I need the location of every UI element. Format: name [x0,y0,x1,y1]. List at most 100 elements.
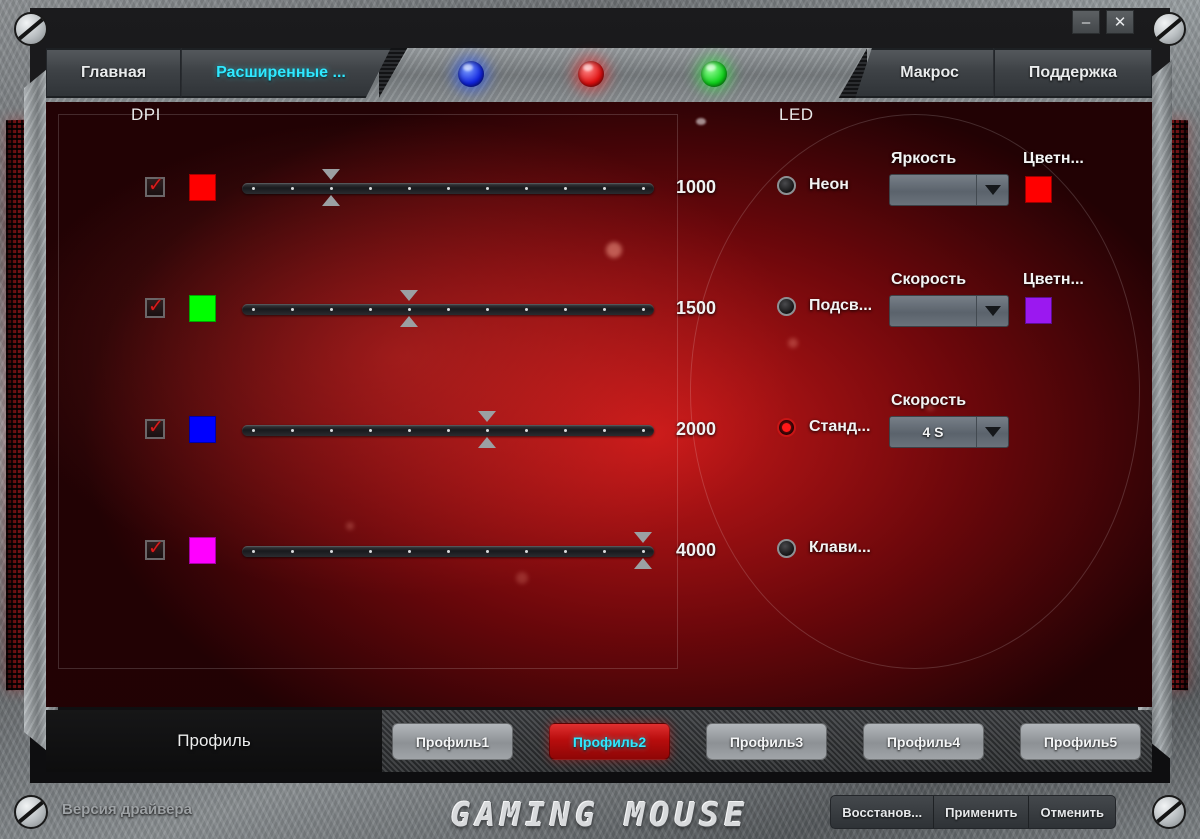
led-mode-radio[interactable] [777,418,796,437]
dpi-slider-thumb-lower[interactable] [400,316,418,327]
profile-button-1[interactable]: Профиль1 [392,723,513,760]
tab-support[interactable]: Поддержка [993,48,1152,98]
led-panel-title: LED [779,105,814,124]
dpi-slider-tick [524,429,528,432]
screw-icon-top-right [1152,12,1186,46]
dpi-slider-thumb-upper[interactable] [478,411,496,422]
dpi-slider-tick [563,308,567,311]
dpi-slider-tick [602,550,606,553]
dpi-slider-tick [524,187,528,190]
dpi-slider-tick [290,187,294,190]
led-field-label: Яркость [891,150,957,167]
chevron-down-icon[interactable] [976,175,1008,205]
dpi-slider-tick [368,550,372,553]
led-mode-radio[interactable] [777,176,796,195]
led-mode-label: Клави... [809,539,871,556]
dpi-slider-tick [485,187,489,190]
led-color-label: Цветн... [1023,271,1084,288]
led-mode-label: Подсв... [809,297,873,314]
dpi-slider-tick [251,429,255,432]
dpi-slider-tick [290,550,294,553]
dpi-slider-tick [368,308,372,311]
profile-button-2[interactable]: Профиль2 [549,723,670,760]
led-setting-dropdown[interactable] [889,295,1009,327]
dpi-slider[interactable] [242,169,654,206]
dpi-slider[interactable] [242,290,654,327]
dpi-slider-tick [329,550,333,553]
dpi-slider-tick [290,429,294,432]
chevron-down-icon[interactable] [976,296,1008,326]
dpi-enable-checkbox[interactable] [145,416,165,439]
minimize-button[interactable]: – [1072,10,1100,34]
tab-advanced[interactable]: Расширенные ... [181,48,391,98]
tab-macro[interactable]: Макрос [855,48,994,98]
dpi-color-swatch[interactable] [189,415,216,443]
led-mode-radio[interactable] [777,539,796,558]
dpi-color-swatch[interactable] [189,294,216,322]
tab-group-right: Макрос Поддержка [855,48,1152,98]
profile-button-4[interactable]: Профиль4 [863,723,984,760]
dpi-enable-checkbox[interactable] [145,295,165,318]
dpi-panel: DPI 1000 1500 2000 4000 [58,105,716,669]
led-setting-dropdown[interactable]: 4 S [889,416,1009,448]
apply-button[interactable]: Применить [934,796,1030,828]
profile-button-group: Профиль1 Профиль2 Профиль3 Профиль4 Профиль5 [392,723,1141,760]
chevron-down-icon[interactable] [976,417,1008,447]
led-mode-radio[interactable] [777,297,796,316]
tab-main[interactable]: Главная [46,48,182,98]
led-indicator-blue[interactable] [458,61,484,87]
application-window: – ✕ Главная Расширенные ... Макрос Подде… [0,0,1200,839]
dpi-slider-tick [251,550,255,553]
cancel-button[interactable]: Отменить [1029,796,1115,828]
dpi-color-swatch[interactable] [189,173,216,201]
dpi-slider-tick [251,308,255,311]
restore-button[interactable]: Восстанов... [831,796,935,828]
dpi-color-swatch[interactable] [189,536,216,564]
dpi-row: 1000 [59,167,716,207]
profile-label: Профиль [177,731,251,750]
dpi-slider-thumb-upper[interactable] [322,169,340,180]
led-color-label: Цветн... [1023,150,1084,167]
led-color-swatch[interactable] [1025,176,1052,203]
dpi-slider[interactable] [242,411,654,448]
dpi-slider-tick [563,187,567,190]
window-controls: – ✕ [1072,10,1134,34]
dpi-row: 1500 [59,288,716,328]
dpi-slider-thumb-lower[interactable] [634,558,652,569]
close-button[interactable]: ✕ [1106,10,1134,34]
dpi-slider-tick [407,308,411,311]
dpi-slider[interactable] [242,532,654,569]
dpi-slider-thumb-upper[interactable] [400,290,418,301]
dpi-slider-tick [563,550,567,553]
dpi-slider-tick [329,429,333,432]
profile-button-3[interactable]: Профиль3 [706,723,827,760]
dpi-slider-tick [524,308,528,311]
dpi-slider-tick [446,308,450,311]
dpi-slider-thumb-lower[interactable] [478,437,496,448]
led-indicator-green[interactable] [701,61,727,87]
dpi-slider-tick [641,429,645,432]
title-bar: – ✕ [0,0,1200,46]
dpi-slider-tick [524,550,528,553]
dpi-slider-tick [602,308,606,311]
led-setting-dropdown[interactable] [889,174,1009,206]
dpi-slider-thumb-upper[interactable] [634,532,652,543]
led-color-swatch[interactable] [1025,297,1052,324]
dpi-slider-tick [641,308,645,311]
status-bar: Версия драйвера GAMING MOUSE Восстанов..… [0,783,1200,839]
profile-button-5[interactable]: Профиль5 [1020,723,1141,760]
dpi-enable-checkbox[interactable] [145,174,165,197]
dpi-row: 2000 [59,409,716,449]
main-content-panel: DPI 1000 1500 2000 4000 LED Неон Яркость Цвет… [46,102,1152,707]
led-setting-dropdown-value: 4 S [922,424,944,440]
dpi-enable-checkbox[interactable] [145,537,165,560]
led-indicator-red[interactable] [578,61,604,87]
tab-bar: Главная Расширенные ... Макрос Поддержка [46,48,1152,102]
dpi-slider-tick [251,187,255,190]
dpi-slider-tick [602,429,606,432]
dpi-panel-title: DPI [131,105,161,124]
dpi-slider-tick [485,550,489,553]
dpi-slider-tick [368,429,372,432]
dpi-slider-thumb-lower[interactable] [322,195,340,206]
dpi-slider-tick [446,429,450,432]
